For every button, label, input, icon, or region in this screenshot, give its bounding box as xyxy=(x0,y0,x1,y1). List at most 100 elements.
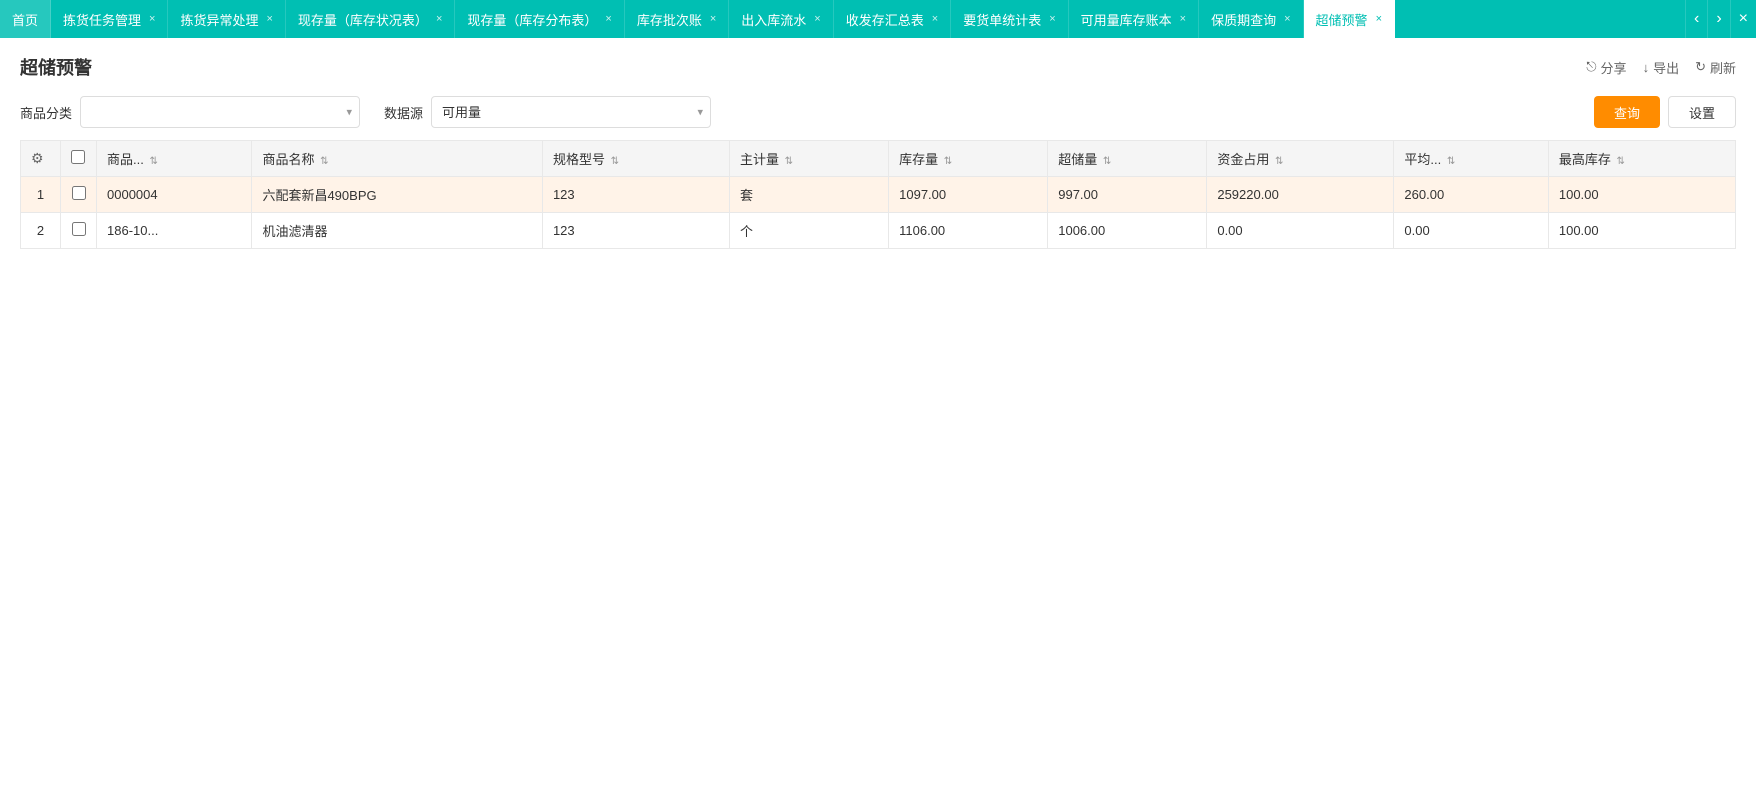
header-row: ⚙ 商品... ⇅ 商品名称 ⇅ 规格型号 ⇅ 主计量 xyxy=(21,141,1736,177)
category-filter: 商品分类 ▾ xyxy=(20,96,360,128)
nav-item-overstock[interactable]: 超储预警 × xyxy=(1304,0,1395,38)
col-max-stock-label: 最高库存 xyxy=(1559,152,1611,167)
nav-item-stock-dist[interactable]: 现存量（库存分布表） × xyxy=(455,0,624,38)
col-max-stock: 最高库存 ⇅ xyxy=(1548,141,1735,177)
share-icon: ⎋ xyxy=(1586,59,1596,75)
page-header: 超储预警 ⎋ 分享 ↓ 导出 ↻ 刷新 xyxy=(20,54,1736,80)
row-checkbox-1[interactable] xyxy=(72,222,86,236)
nav-label-summary: 收发存汇总表 xyxy=(846,10,924,29)
row-checkbox-col-1 xyxy=(61,213,97,249)
nav-item-inout[interactable]: 出入库流水 × xyxy=(729,0,833,38)
table-header: ⚙ 商品... ⇅ 商品名称 ⇅ 规格型号 ⇅ 主计量 xyxy=(21,141,1736,177)
row-num-1: 2 xyxy=(21,213,61,249)
sort-icon-max-stock[interactable]: ⇅ xyxy=(1617,156,1625,167)
category-select-wrapper: ▾ xyxy=(80,96,360,128)
col-product-code: 商品... ⇅ xyxy=(97,141,252,177)
refresh-action[interactable]: ↻ 刷新 xyxy=(1695,58,1736,77)
col-capital-label: 资金占用 xyxy=(1217,152,1269,167)
row-num-0: 1 xyxy=(21,177,61,213)
cell-product-name-1: 机油滤清器 xyxy=(252,213,543,249)
sort-icon-product-name[interactable]: ⇅ xyxy=(320,156,328,167)
nav-label-order-stats: 要货单统计表 xyxy=(963,10,1041,29)
col-overstock-label: 超储量 xyxy=(1058,152,1097,167)
col-capital: 资金占用 ⇅ xyxy=(1207,141,1394,177)
close-icon-batch[interactable]: × xyxy=(710,13,716,25)
query-button[interactable]: 查询 xyxy=(1594,96,1660,128)
cell-unit-1: 个 xyxy=(730,213,889,249)
col-product-code-label: 商品... xyxy=(107,152,144,167)
close-icon-quality[interactable]: × xyxy=(1284,13,1290,25)
nav-item-order-stats[interactable]: 要货单统计表 × xyxy=(951,0,1068,38)
sort-icon-spec[interactable]: ⇅ xyxy=(611,156,619,167)
datasource-select-wrapper: 可用量 库存量 ▾ xyxy=(431,96,711,128)
sort-icon-avg[interactable]: ⇅ xyxy=(1447,156,1455,167)
close-icon-overstock[interactable]: × xyxy=(1376,13,1382,25)
close-icon-task[interactable]: × xyxy=(149,13,155,25)
nav-item-home[interactable]: 首页 xyxy=(0,0,51,38)
gear-icon[interactable]: ⚙ xyxy=(31,150,44,166)
col-product-name: 商品名称 ⇅ xyxy=(252,141,543,177)
nav-arrows: ‹ › × xyxy=(1685,0,1756,38)
nav-item-batch[interactable]: 库存批次账 × xyxy=(625,0,729,38)
nav-label-overstock: 超储预警 xyxy=(1316,10,1368,29)
col-product-name-label: 商品名称 xyxy=(262,152,314,167)
nav-item-summary[interactable]: 收发存汇总表 × xyxy=(834,0,951,38)
settings-col-header: ⚙ xyxy=(21,141,61,177)
cell-avg-1: 0.00 xyxy=(1394,213,1548,249)
category-label: 商品分类 xyxy=(20,103,72,122)
col-avg: 平均... ⇅ xyxy=(1394,141,1548,177)
category-select[interactable] xyxy=(80,96,360,128)
checkbox-col-header xyxy=(61,141,97,177)
sort-icon-unit[interactable]: ⇅ xyxy=(785,156,793,167)
nav-arrow-left[interactable]: ‹ xyxy=(1685,0,1707,38)
export-action[interactable]: ↓ 导出 xyxy=(1643,58,1680,77)
nav-label-exception: 拣货异常处理 xyxy=(180,10,258,29)
nav-item-quality[interactable]: 保质期查询 × xyxy=(1199,0,1303,38)
filter-actions: 查询 设置 xyxy=(1594,96,1736,128)
row-checkbox-0[interactable] xyxy=(72,186,86,200)
cell-capital-0: 259220.00 xyxy=(1207,177,1394,213)
nav-item-stock-status[interactable]: 现存量（库存状况表） × xyxy=(286,0,455,38)
datasource-select[interactable]: 可用量 库存量 xyxy=(431,96,711,128)
select-all-checkbox[interactable] xyxy=(71,150,85,164)
nav-item-task[interactable]: 拣货任务管理 × xyxy=(51,0,168,38)
close-icon-exception[interactable]: × xyxy=(266,13,272,25)
cell-inventory-0: 1097.00 xyxy=(889,177,1048,213)
close-icon-summary[interactable]: × xyxy=(932,13,938,25)
row-checkbox-col-0 xyxy=(61,177,97,213)
nav-item-exception[interactable]: 拣货异常处理 × xyxy=(168,0,285,38)
nav-label-inout: 出入库流水 xyxy=(741,10,806,29)
close-icon-available[interactable]: × xyxy=(1180,13,1186,25)
close-icon-stock-status[interactable]: × xyxy=(436,13,442,25)
close-icon-stock-dist[interactable]: × xyxy=(605,13,611,25)
sort-icon-overstock[interactable]: ⇅ xyxy=(1103,156,1111,167)
close-icon-inout[interactable]: × xyxy=(814,13,820,25)
sort-icon-product-code[interactable]: ⇅ xyxy=(149,156,157,167)
sort-icon-inventory[interactable]: ⇅ xyxy=(944,156,952,167)
filter-row: 商品分类 ▾ 数据源 可用量 库存量 ▾ 查询 设置 xyxy=(20,96,1736,128)
datasource-filter: 数据源 可用量 库存量 ▾ xyxy=(384,96,711,128)
table-row: 1 0000004 六配套新昌490BPG 123 套 1097.00 997.… xyxy=(21,177,1736,213)
col-overstock: 超储量 ⇅ xyxy=(1048,141,1207,177)
refresh-label: 刷新 xyxy=(1710,58,1736,77)
close-icon-order-stats[interactable]: × xyxy=(1049,13,1055,25)
table-row: 2 186-10... 机油滤清器 123 个 1106.00 1006.00 … xyxy=(21,213,1736,249)
page-content: 超储预警 ⎋ 分享 ↓ 导出 ↻ 刷新 商品分类 ▾ xyxy=(0,38,1756,265)
col-avg-label: 平均... xyxy=(1404,152,1441,167)
col-inventory-label: 库存量 xyxy=(899,152,938,167)
nav-label-available: 可用量库存账本 xyxy=(1081,10,1172,29)
cell-spec-0: 123 xyxy=(542,177,729,213)
nav-item-available[interactable]: 可用量库存账本 × xyxy=(1069,0,1199,38)
settings-button[interactable]: 设置 xyxy=(1668,96,1736,128)
nav-arrow-close[interactable]: × xyxy=(1730,0,1756,38)
cell-capital-1: 0.00 xyxy=(1207,213,1394,249)
cell-product-name-0: 六配套新昌490BPG xyxy=(252,177,543,213)
cell-spec-1: 123 xyxy=(542,213,729,249)
sort-icon-capital[interactable]: ⇅ xyxy=(1275,156,1283,167)
col-spec-label: 规格型号 xyxy=(553,152,605,167)
nav-label-home: 首页 xyxy=(12,10,38,29)
cell-unit-0: 套 xyxy=(730,177,889,213)
cell-inventory-1: 1106.00 xyxy=(889,213,1048,249)
share-action[interactable]: ⎋ 分享 xyxy=(1586,58,1626,77)
nav-arrow-right[interactable]: › xyxy=(1707,0,1729,38)
